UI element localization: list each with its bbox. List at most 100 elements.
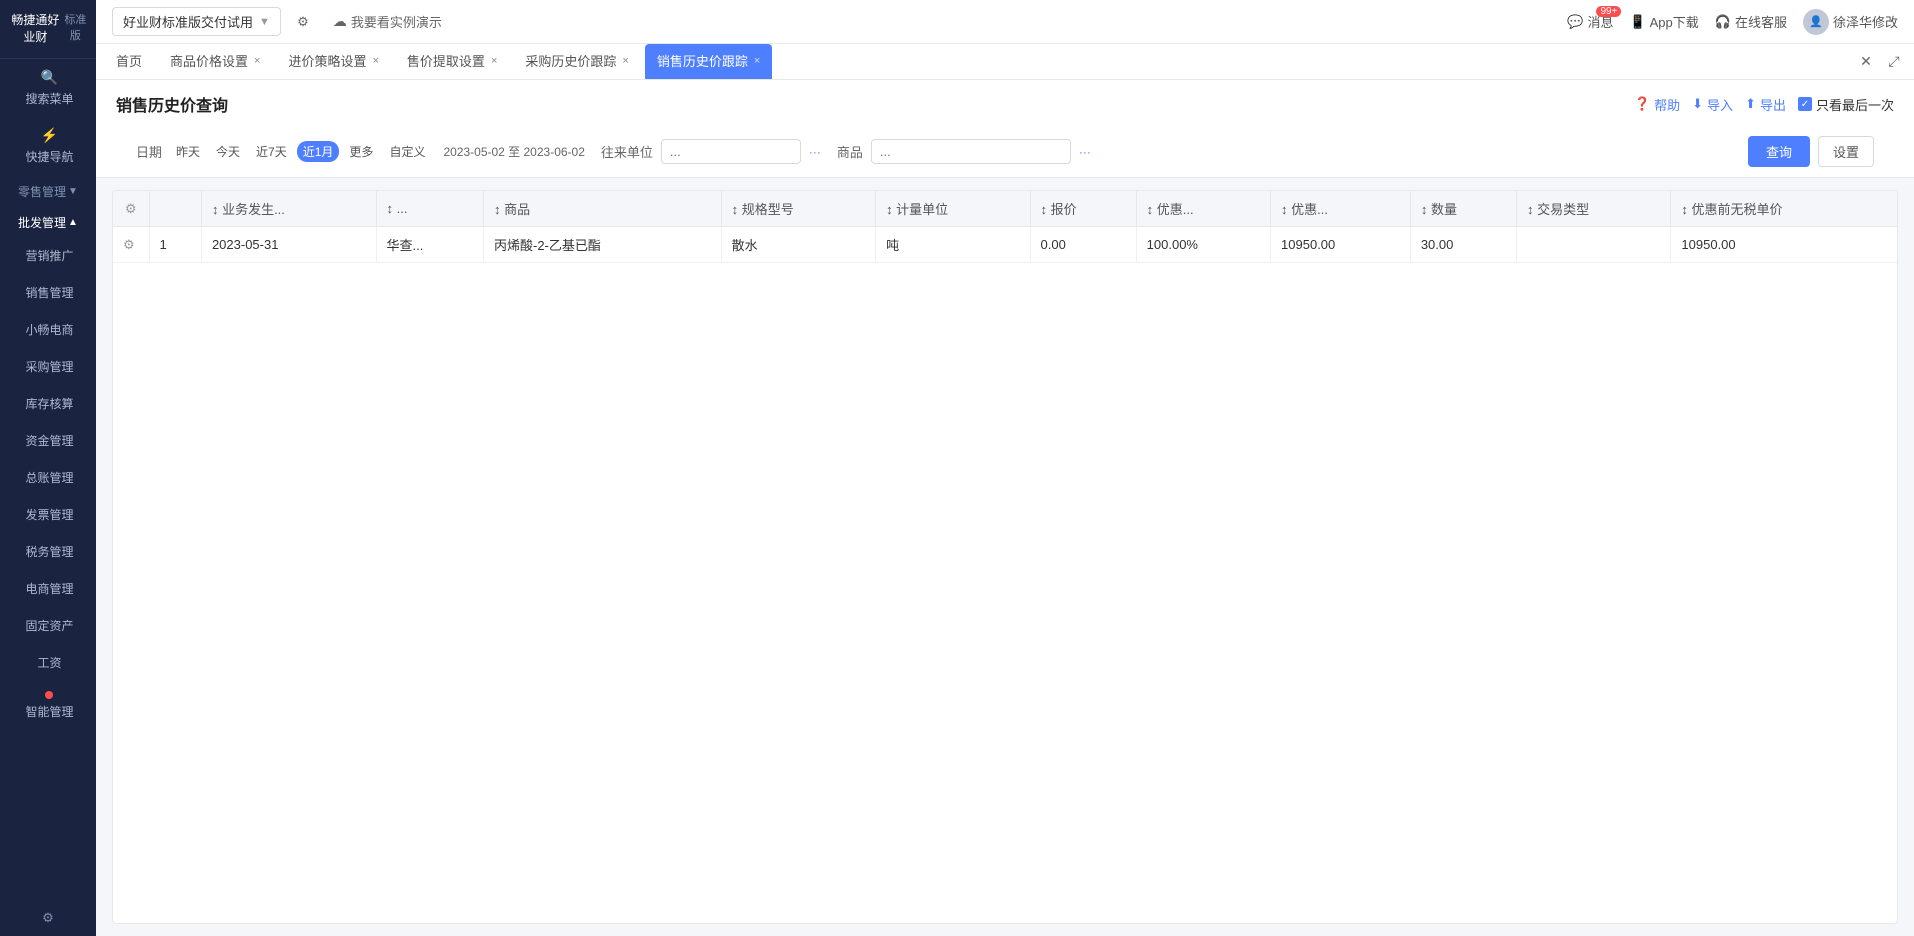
sidebar-item-quick-nav[interactable]: ⚡ 快捷导航 — [0, 117, 96, 175]
help-button[interactable]: ❓ 帮助 — [1634, 95, 1680, 114]
message-badge: 99+ — [1596, 6, 1621, 17]
sidebar-item-ecommerce-small[interactable]: 小畅电商 — [0, 311, 96, 348]
tab-close-sale-extract[interactable]: × — [491, 55, 497, 67]
supplier-more-icon[interactable]: ··· — [809, 145, 821, 159]
import-button[interactable]: ⬇ 导入 — [1692, 95, 1733, 114]
tab-close-purchase-strategy[interactable]: × — [372, 55, 378, 67]
query-button[interactable]: 查询 — [1748, 136, 1810, 167]
cell-notax-price: 10950.00 — [1671, 227, 1897, 263]
th-qty[interactable]: ↕ 数量 — [1410, 191, 1516, 227]
tab-product-price[interactable]: 商品价格设置 × — [158, 44, 272, 79]
th-discount2[interactable]: ↕ 优惠... — [1271, 191, 1411, 227]
th-unit[interactable]: ↕ 计量单位 — [876, 191, 1030, 227]
tab-close-btn[interactable]: ✕ — [1854, 50, 1878, 74]
product-input[interactable] — [871, 139, 1071, 164]
date-label: 日期 — [136, 142, 162, 161]
topbar-right: 💬 消息 99+ 📱 App下载 🎧 在线客服 👤 徐泽华修改 — [1567, 9, 1898, 35]
tab-close-product-price[interactable]: × — [254, 55, 260, 67]
cell-more: 华查... — [376, 227, 483, 263]
date-option-today[interactable]: 今天 — [210, 141, 246, 162]
help-icon: ❓ — [1634, 96, 1650, 112]
page-title-row: 销售历史价查询 ❓ 帮助 ⬇ 导入 ⬆ 导出 ✓ — [116, 92, 1894, 116]
main-content: 好业财标准版交付试用 ▼ ⚙ ☁ 我要看实例演示 💬 消息 99+ 📱 App下… — [96, 0, 1914, 936]
sidebar-item-finance[interactable]: 资金管理 — [0, 422, 96, 459]
only-last-checkbox[interactable]: ✓ 只看最后一次 — [1798, 95, 1894, 114]
date-option-custom[interactable]: 自定义 — [383, 141, 431, 162]
app-download-button[interactable]: 📱 App下载 — [1629, 12, 1698, 31]
tabs-controls: ✕ ⤢ — [1854, 50, 1906, 74]
page-actions: ❓ 帮助 ⬇ 导入 ⬆ 导出 ✓ 只看最后一次 — [1634, 95, 1894, 114]
sidebar-item-smart[interactable]: 智能管理 — [0, 681, 96, 730]
date-filter-group: 日期 昨天 今天 近7天 近1月 更多 自定义 2023-05-02 至 202… — [136, 141, 585, 162]
export-icon: ⬆ — [1745, 96, 1756, 112]
supplier-filter-group: 往来单位 ··· — [601, 139, 821, 164]
cell-date: 2023-05-31 — [201, 227, 376, 263]
sidebar-item-search[interactable]: 🔍 搜索菜单 — [0, 59, 96, 117]
product-more-icon[interactable]: ··· — [1079, 145, 1091, 159]
sidebar-settings-btn[interactable]: ⚙ — [0, 900, 96, 936]
date-option-more[interactable]: 更多 — [343, 141, 379, 162]
sidebar-item-invoice[interactable]: 发票管理 — [0, 496, 96, 533]
version-selector[interactable]: 好业财标准版交付试用 ▼ — [112, 7, 281, 36]
settings-button[interactable]: 设置 — [1818, 136, 1874, 167]
online-service-button[interactable]: 🎧 在线客服 — [1715, 12, 1787, 31]
cell-trans-type — [1516, 227, 1670, 263]
date-option-yesterday[interactable]: 昨天 — [170, 141, 206, 162]
topbar-settings-button[interactable]: ⚙ — [289, 8, 317, 36]
tabs-bar: 首页 商品价格设置 × 进价策略设置 × 售价提取设置 × 采购历史价跟踪 × … — [96, 44, 1914, 80]
demo-button[interactable]: ☁ 我要看实例演示 — [325, 8, 450, 35]
sidebar-item-purchase[interactable]: 采购管理 — [0, 348, 96, 385]
tab-close-purchase-history[interactable]: × — [622, 55, 628, 67]
headset-icon: 🎧 — [1715, 14, 1731, 30]
topbar-left: 好业财标准版交付试用 ▼ ⚙ ☁ 我要看实例演示 — [112, 7, 1555, 36]
date-range: 2023-05-02 至 2023-06-02 — [443, 143, 584, 160]
table-container: ⚙ ↕ 业务发生... ↕ ... ↕ 商品 ↕ 规格 — [112, 190, 1898, 924]
user-info[interactable]: 👤 徐泽华修改 — [1803, 9, 1898, 35]
page-title: 销售历史价查询 — [116, 92, 228, 116]
sidebar: 畅捷通好业财 标准版 🔍 搜索菜单 ⚡ 快捷导航 零售管理 ▼ 批发管理 ▲ 营… — [0, 0, 96, 936]
checkbox-icon: ✓ — [1798, 97, 1812, 111]
table-settings-icon[interactable]: ⚙ — [125, 201, 137, 216]
filter-row: 日期 昨天 今天 近7天 近1月 更多 自定义 2023-05-02 至 202… — [116, 128, 1894, 177]
sidebar-item-sales[interactable]: 销售管理 — [0, 274, 96, 311]
th-product[interactable]: ↕ 商品 — [483, 191, 721, 227]
date-option-1month[interactable]: 近1月 — [297, 141, 340, 162]
sidebar-item-retail[interactable]: 零售管理 ▼ — [0, 175, 96, 206]
sidebar-item-assets[interactable]: 固定资产 — [0, 607, 96, 644]
th-price[interactable]: ↕ 报价 — [1030, 191, 1136, 227]
supplier-input[interactable] — [661, 139, 801, 164]
avatar: 👤 — [1803, 9, 1829, 35]
data-table: ⚙ ↕ 业务发生... ↕ ... ↕ 商品 ↕ 规格 — [113, 191, 1897, 263]
tab-purchase-strategy[interactable]: 进价策略设置 × — [276, 44, 390, 79]
th-notax-price[interactable]: ↕ 优惠前无税单价 — [1671, 191, 1897, 227]
th-date[interactable]: ↕ 业务发生... — [201, 191, 376, 227]
sidebar-item-accounting[interactable]: 总账管理 — [0, 459, 96, 496]
app-logo: 畅捷通好业财 标准版 — [0, 0, 96, 59]
th-trans-type[interactable]: ↕ 交易类型 — [1516, 191, 1670, 227]
row-settings-icon[interactable]: ⚙ — [123, 237, 135, 252]
th-spec[interactable]: ↕ 规格型号 — [721, 191, 875, 227]
export-button[interactable]: ⬆ 导出 — [1745, 95, 1786, 114]
sidebar-item-ecommerce[interactable]: 电商管理 — [0, 570, 96, 607]
sidebar-item-inventory[interactable]: 库存核算 — [0, 385, 96, 422]
sidebar-item-marketing[interactable]: 营销推广 — [0, 237, 96, 274]
tab-expand-btn[interactable]: ⤢ — [1882, 50, 1906, 74]
sidebar-item-tax[interactable]: 税务管理 — [0, 533, 96, 570]
th-discount1[interactable]: ↕ 优惠... — [1136, 191, 1270, 227]
topbar: 好业财标准版交付试用 ▼ ⚙ ☁ 我要看实例演示 💬 消息 99+ 📱 App下… — [96, 0, 1914, 44]
date-option-7days[interactable]: 近7天 — [250, 141, 293, 162]
tab-close-sale-history[interactable]: × — [754, 55, 760, 67]
message-button[interactable]: 💬 消息 99+ — [1567, 12, 1613, 31]
tab-purchase-history[interactable]: 采购历史价跟踪 × — [513, 44, 640, 79]
sidebar-item-payroll[interactable]: 工资 — [0, 644, 96, 681]
tab-sale-extract[interactable]: 售价提取设置 × — [395, 44, 509, 79]
product-filter-group: 商品 ··· — [837, 139, 1091, 164]
table-row: ⚙ 1 2023-05-31 华查... 丙烯酸-2-乙基已酯 散水 吨 0.0… — [113, 227, 1897, 263]
table-body: ⚙ 1 2023-05-31 华查... 丙烯酸-2-乙基已酯 散水 吨 0.0… — [113, 227, 1897, 263]
supplier-label: 往来单位 — [601, 142, 653, 161]
sidebar-item-wholesale[interactable]: 批发管理 ▲ — [0, 206, 96, 237]
tab-home[interactable]: 首页 — [104, 44, 154, 79]
th-more[interactable]: ↕ ... — [376, 191, 483, 227]
smart-dot-icon — [45, 691, 53, 699]
tab-sale-history[interactable]: 销售历史价跟踪 × — [645, 44, 772, 79]
